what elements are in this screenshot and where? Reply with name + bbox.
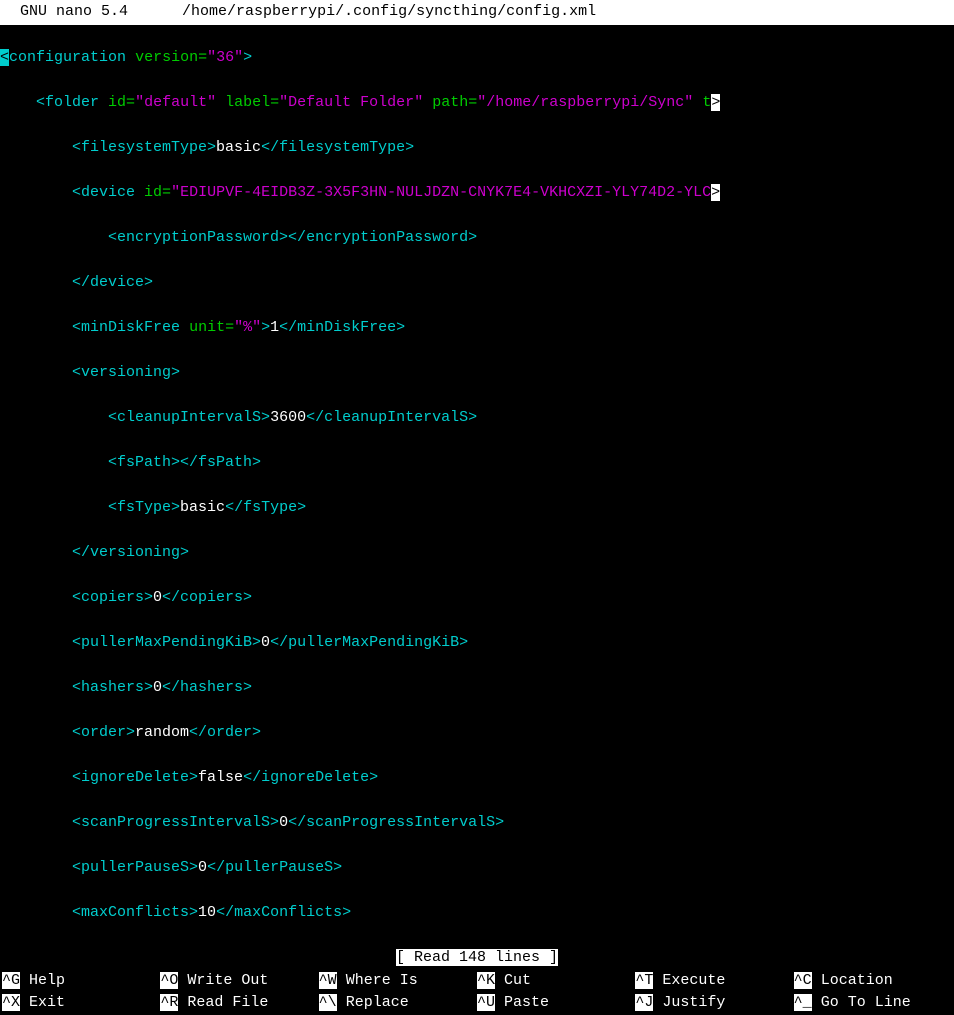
app-name: GNU nano 5.4 <box>2 1 128 24</box>
shortcut-read-file[interactable]: ^R Read File <box>160 992 318 1015</box>
shortcut-cut[interactable]: ^K Cut <box>477 970 635 993</box>
shortcut-location[interactable]: ^C Location <box>794 970 952 993</box>
titlebar: GNU nano 5.4 /home/raspberrypi/.config/s… <box>0 0 954 25</box>
shortcut-help[interactable]: ^G Help <box>2 970 160 993</box>
cursor: < <box>0 49 9 66</box>
shortcut-justify[interactable]: ^J Justify <box>635 992 793 1015</box>
shortcut-go-to-line[interactable]: ^_ Go To Line <box>794 992 952 1015</box>
status-bar: [ Read 148 lines ] <box>0 947 954 970</box>
shortcut-bar: ^G Help ^O Write Out ^W Where Is ^K Cut … <box>0 970 954 1015</box>
shortcut-execute[interactable]: ^T Execute <box>635 970 793 993</box>
status-message: [ Read 148 lines ] <box>396 949 558 966</box>
shortcut-replace[interactable]: ^\ Replace <box>319 992 477 1015</box>
editor-area[interactable]: <configuration version="36"> <folder id=… <box>0 25 954 948</box>
overflow-indicator: > <box>711 94 720 111</box>
overflow-indicator: > <box>711 184 720 201</box>
shortcut-paste[interactable]: ^U Paste <box>477 992 635 1015</box>
file-path: /home/raspberrypi/.config/syncthing/conf… <box>182 1 596 24</box>
shortcut-where-is[interactable]: ^W Where Is <box>319 970 477 993</box>
shortcut-write-out[interactable]: ^O Write Out <box>160 970 318 993</box>
shortcut-exit[interactable]: ^X Exit <box>2 992 160 1015</box>
